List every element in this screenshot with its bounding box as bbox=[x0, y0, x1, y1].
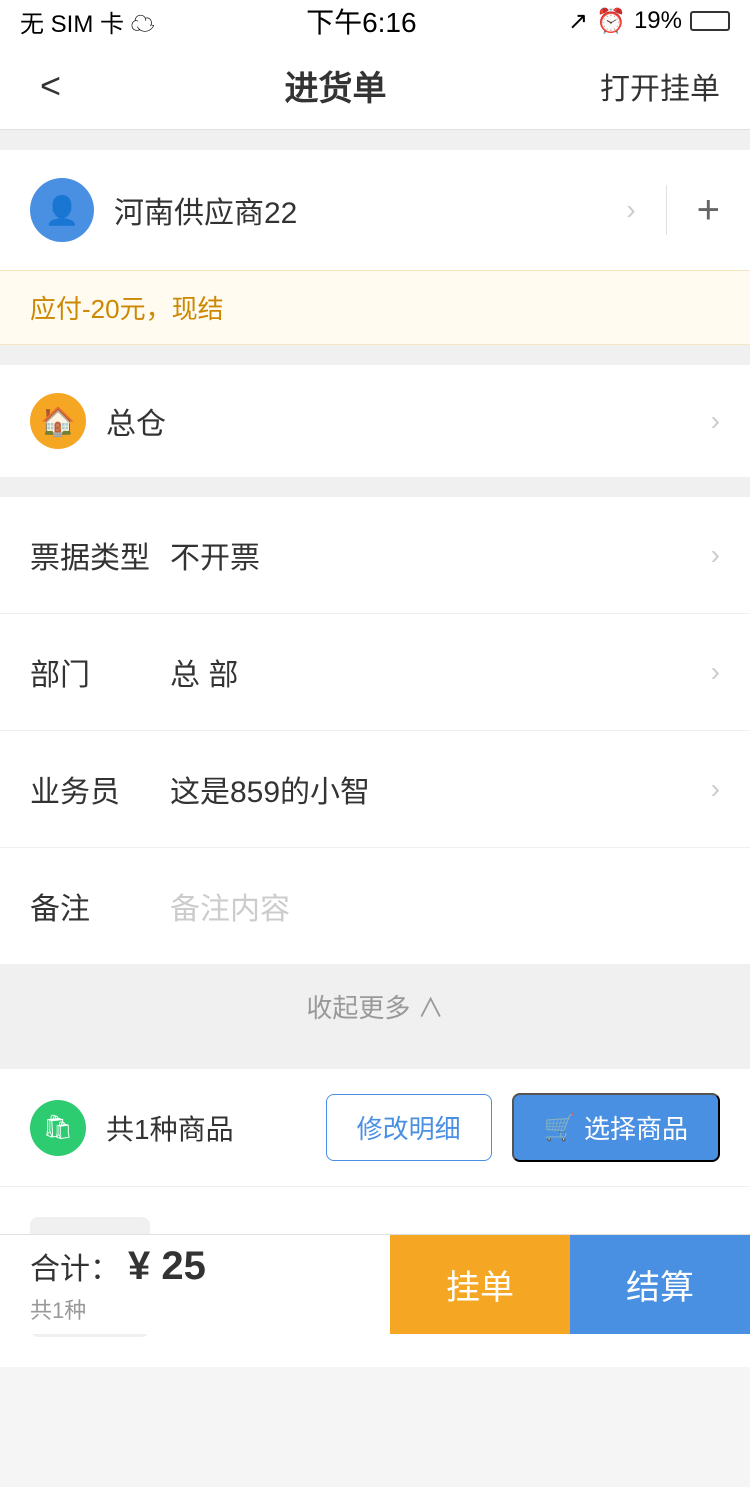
person-icon: 👤 bbox=[45, 194, 80, 227]
warehouse-section[interactable]: 🏠 总仓 › bbox=[0, 365, 750, 477]
cart-icon: 🛒 bbox=[544, 1112, 576, 1143]
dept-chevron-icon: › bbox=[711, 656, 720, 688]
open-pending-button[interactable]: 打开挂单 bbox=[600, 64, 720, 108]
section-gap-1 bbox=[0, 130, 750, 150]
status-left: 无 SIM 卡 ☁ bbox=[20, 4, 155, 39]
warehouse-chevron-icon: › bbox=[711, 405, 720, 437]
warehouse-row[interactable]: 🏠 总仓 › bbox=[0, 365, 750, 477]
ticket-type-value: 不开票 bbox=[170, 533, 701, 577]
pending-button[interactable]: 挂单 bbox=[390, 1235, 570, 1334]
ticket-type-label: 票据类型 bbox=[30, 533, 170, 577]
supplier-row[interactable]: 👤 河南供应商22 › + bbox=[0, 150, 750, 270]
sales-label: 业务员 bbox=[30, 767, 170, 811]
total-main: 合计： ¥ 25 bbox=[30, 1244, 360, 1289]
select-product-button[interactable]: 🛒 选择商品 bbox=[512, 1093, 720, 1162]
status-time: 下午6:16 bbox=[306, 1, 417, 41]
form-section: 票据类型 不开票 › 部门 总 部 › 业务员 这是859的小智 › 备注 备注… bbox=[0, 497, 750, 964]
total-amount: ¥ 25 bbox=[128, 1244, 206, 1289]
notice-banner: 应付-20元，现结 bbox=[0, 270, 750, 345]
section-gap-3 bbox=[0, 477, 750, 497]
bottom-bar: 合计： ¥ 25 共1种 挂单 结算 bbox=[0, 1234, 750, 1334]
battery-icon bbox=[690, 11, 730, 31]
products-icon: 🛍 bbox=[30, 1100, 86, 1156]
products-header: 🛍 共1种商品 修改明细 🛒 选择商品 bbox=[0, 1069, 750, 1187]
location-icon: ↗ bbox=[568, 7, 588, 36]
warehouse-icon: 🏠 bbox=[30, 393, 86, 449]
status-right: ↗ ⏰ 19% bbox=[568, 7, 730, 36]
collapse-bar[interactable]: 收起更多 ∧ bbox=[0, 964, 750, 1049]
total-sub: 共1种 bbox=[30, 1293, 360, 1325]
sales-row[interactable]: 业务员 这是859的小智 › bbox=[0, 730, 750, 847]
dept-value: 总 部 bbox=[170, 650, 701, 694]
supplier-divider bbox=[666, 185, 667, 235]
bottom-total: 合计： ¥ 25 共1种 bbox=[0, 1235, 390, 1334]
ticket-type-row[interactable]: 票据类型 不开票 › bbox=[0, 497, 750, 613]
section-gap-4 bbox=[0, 1049, 750, 1069]
supplier-avatar: 👤 bbox=[30, 178, 94, 242]
house-icon: 🏠 bbox=[41, 405, 76, 438]
supplier-name: 河南供应商22 bbox=[114, 188, 626, 232]
remark-label: 备注 bbox=[30, 884, 170, 928]
supplier-right: › + bbox=[626, 185, 720, 235]
sales-value: 这是859的小智 bbox=[170, 767, 701, 811]
bottom-spacer bbox=[0, 1367, 750, 1487]
dept-row[interactable]: 部门 总 部 › bbox=[0, 613, 750, 730]
remark-row[interactable]: 备注 备注内容 bbox=[0, 847, 750, 964]
section-gap-2 bbox=[0, 345, 750, 365]
back-button[interactable]: < bbox=[30, 55, 71, 117]
bag-icon: 🛍 bbox=[43, 1113, 73, 1142]
remark-input[interactable]: 备注内容 bbox=[170, 884, 720, 928]
edit-detail-button[interactable]: 修改明细 bbox=[326, 1094, 492, 1161]
warehouse-name: 总仓 bbox=[106, 399, 701, 443]
nav-bar: < 进货单 打开挂单 bbox=[0, 42, 750, 130]
supplier-section: 👤 河南供应商22 › + 应付-20元，现结 bbox=[0, 150, 750, 345]
alarm-icon: ⏰ bbox=[596, 7, 626, 36]
sales-chevron-icon: › bbox=[711, 773, 720, 805]
sim-status: 无 SIM 卡 ☁ bbox=[20, 4, 155, 39]
select-product-label: 选择商品 bbox=[584, 1109, 688, 1146]
checkout-button[interactable]: 结算 bbox=[570, 1235, 750, 1334]
status-bar: 无 SIM 卡 ☁ 下午6:16 ↗ ⏰ 19% bbox=[0, 0, 750, 42]
battery-percent: 19% bbox=[634, 7, 682, 35]
page-title: 进货单 bbox=[285, 61, 387, 110]
dept-label: 部门 bbox=[30, 650, 170, 694]
total-label: 合计： bbox=[30, 1244, 120, 1288]
products-count: 共1种商品 bbox=[106, 1108, 326, 1148]
add-supplier-button[interactable]: + bbox=[697, 188, 720, 233]
supplier-chevron-icon: › bbox=[626, 194, 635, 226]
ticket-type-chevron-icon: › bbox=[711, 539, 720, 571]
